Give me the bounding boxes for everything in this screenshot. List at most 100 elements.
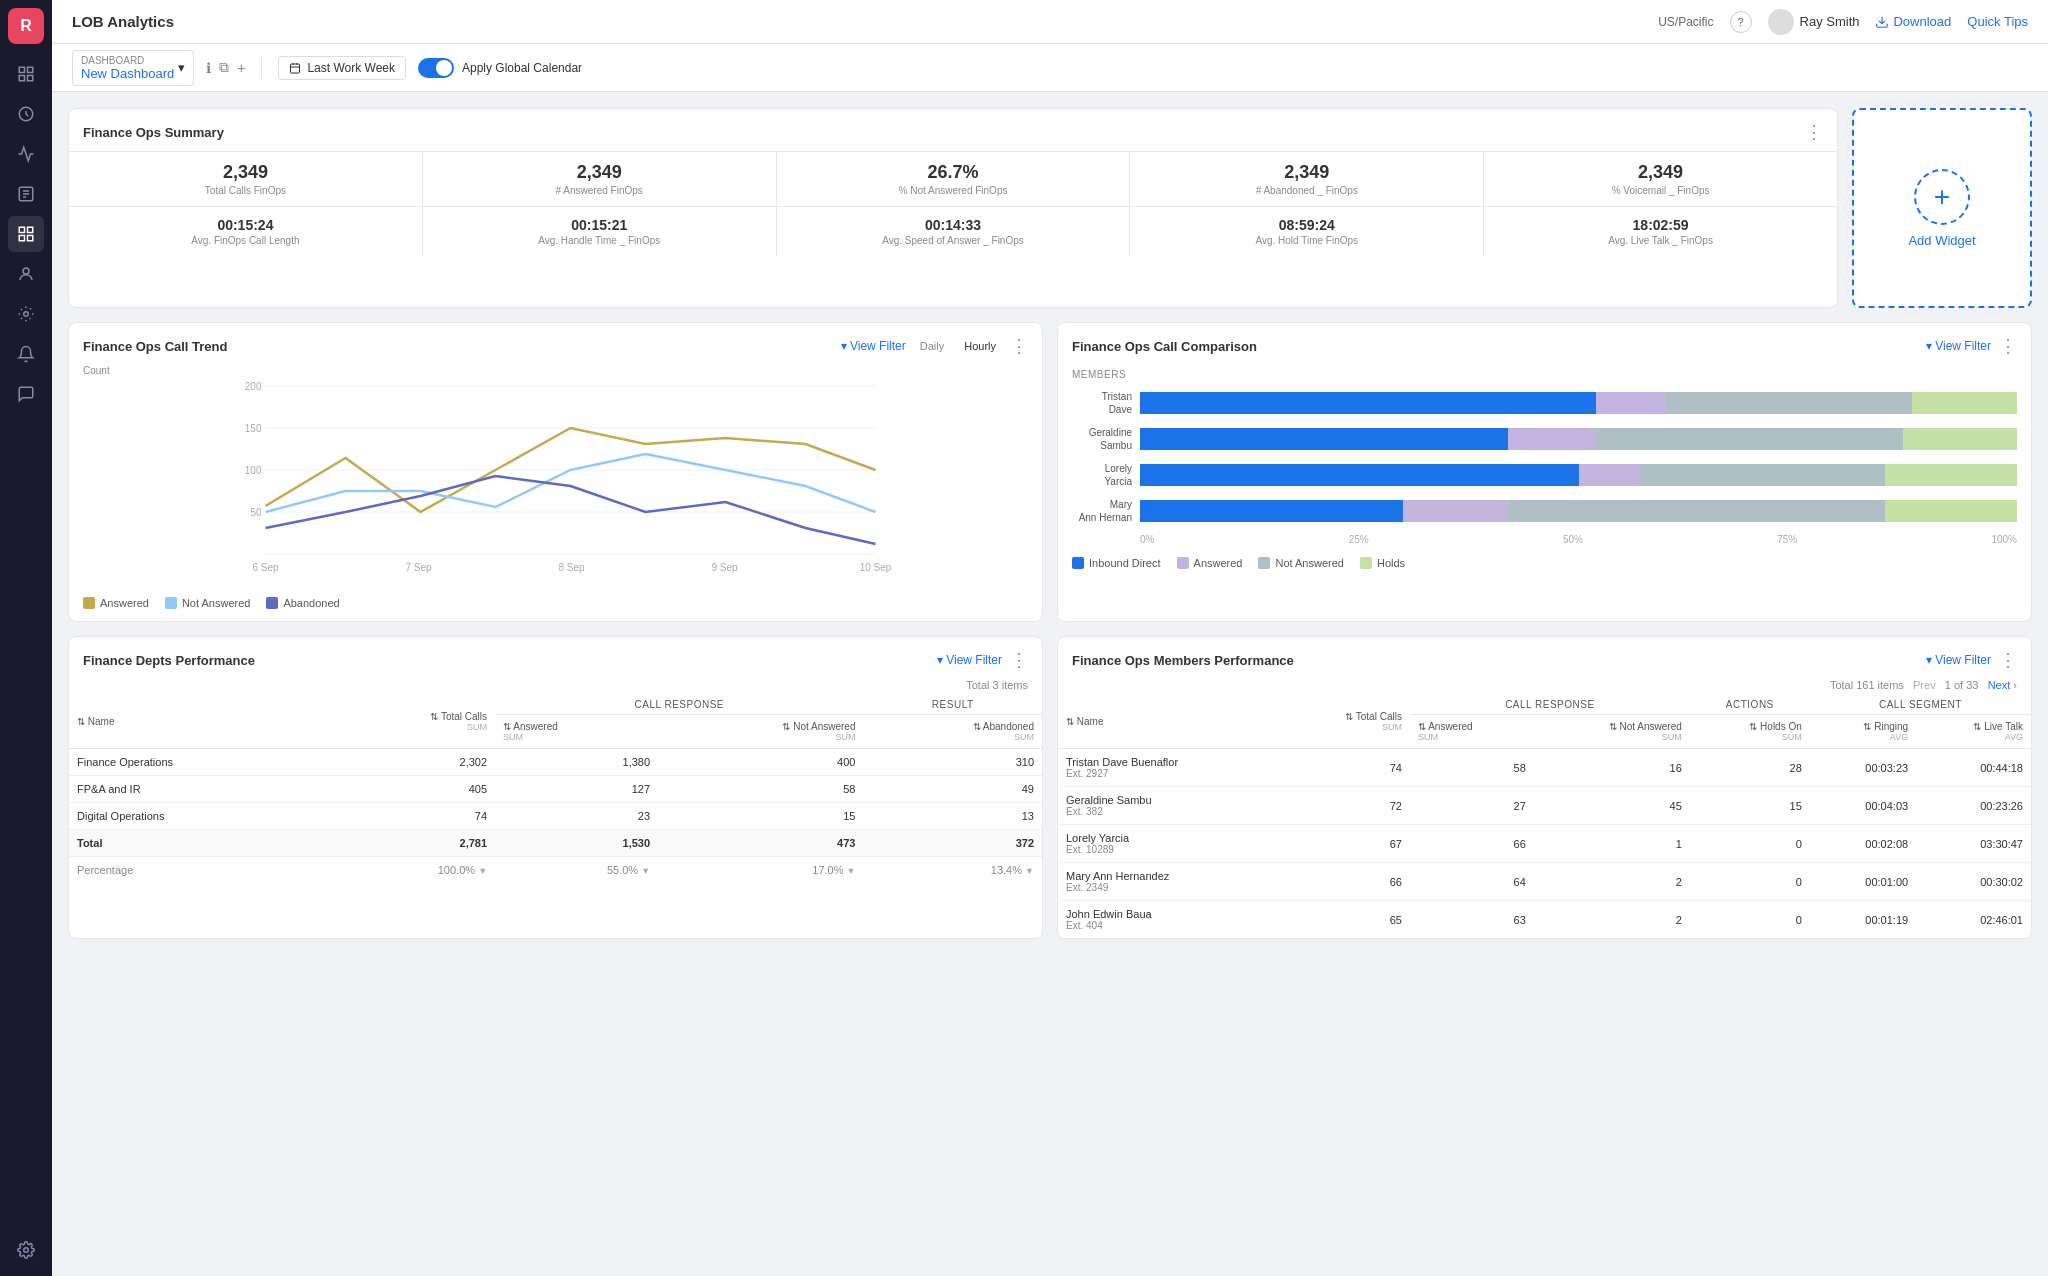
dashboard-selector[interactable]: DASHBOARD New Dashboard ▾ [72, 50, 194, 86]
bar-seg-holds-1 [1903, 428, 2017, 450]
tab-daily[interactable]: Daily [914, 338, 950, 354]
sidebar-item-messages[interactable] [8, 376, 44, 412]
col-name[interactable]: ⇅ Name [69, 695, 327, 749]
summary-row: Finance Ops Summary ⋮ 2,349 Total Calls … [68, 108, 2032, 308]
col-not-answered[interactable]: ⇅ Not AnsweredSUM [658, 715, 863, 749]
depts-controls: ▾ View Filter ⋮ [937, 649, 1028, 671]
mcol-answered[interactable]: ⇅ AnsweredSUM [1410, 715, 1534, 749]
svg-rect-1 [28, 67, 33, 72]
summary-grid-row1: 2,349 Total Calls FinOps 2,349 # Answere… [69, 151, 1837, 206]
download-button[interactable]: Download [1875, 14, 1951, 29]
user-menu[interactable]: Ray Smith [1768, 9, 1860, 35]
mcol-holds-on[interactable]: ⇅ Holds OnSUM [1690, 715, 1810, 749]
main-content: LOB Analytics US/Pacific ? Ray Smith Dow… [52, 0, 2048, 1276]
legend-answered-bar-dot [1177, 557, 1189, 569]
sidebar-item-notifications[interactable] [8, 336, 44, 372]
svg-rect-3 [28, 76, 33, 81]
bar-seg-answered-1 [1508, 428, 1596, 450]
mcol-ringing[interactable]: ⇅ RingingAVG [1810, 715, 1916, 749]
bar-seg-not-answered-2 [1640, 464, 1886, 486]
sidebar-item-analytics[interactable] [8, 136, 44, 172]
add-icon[interactable]: + [237, 60, 245, 76]
col-answered[interactable]: ⇅ AnsweredSUM [495, 715, 658, 749]
toggle-knob [436, 60, 452, 76]
members-header: Finance Ops Members Performance ▾ View F… [1058, 637, 2031, 679]
sidebar-item-gear[interactable] [8, 1232, 44, 1268]
members-menu-icon[interactable]: ⋮ [1999, 649, 2017, 671]
depts-title: Finance Depts Performance [83, 653, 255, 668]
sidebar-item-users[interactable] [8, 256, 44, 292]
depts-performance-widget: Finance Depts Performance ▾ View Filter … [68, 636, 1043, 939]
table-row: Finance Operations 2,302 1,380 400 310 [69, 749, 1042, 776]
copy-icon[interactable]: ⧉ [219, 59, 229, 76]
depts-table: ⇅ Name ⇅ Total CallsSUM CALL RESPONSE RE… [69, 695, 1042, 883]
legend-not-answered: Not Answered [165, 597, 250, 609]
sidebar-item-reports[interactable] [8, 176, 44, 212]
sidebar-item-dashboard[interactable] [8, 96, 44, 132]
sidebar-item-settings2[interactable] [8, 296, 44, 332]
col-abandoned[interactable]: ⇅ AbandonedSUM [863, 715, 1042, 749]
bar-label-0: TristanDave [1072, 390, 1132, 416]
depts-filter[interactable]: ▾ View Filter [937, 653, 1002, 667]
mcol-call-response: CALL RESPONSE [1410, 695, 1690, 715]
sidebar: R [0, 0, 52, 1276]
toggle-switch[interactable] [418, 58, 454, 78]
bar-chart-legend: Inbound Direct Answered Not Answered Hol… [1058, 549, 2031, 581]
mcol-total-calls[interactable]: ⇅ Total CallsSUM [1282, 695, 1409, 749]
bar-track-2 [1140, 464, 2017, 486]
summary-menu-icon[interactable]: ⋮ [1805, 121, 1823, 143]
bar-seg-holds-2 [1885, 464, 2017, 486]
content-area: Finance Ops Summary ⋮ 2,349 Total Calls … [52, 92, 2048, 1276]
svg-text:6 Sep: 6 Sep [252, 562, 279, 573]
mcol-live-talk[interactable]: ⇅ Live TalkAVG [1916, 715, 2031, 749]
mcol-actions: ACTIONS [1690, 695, 1810, 715]
mcol-not-answered[interactable]: ⇅ Not AnsweredSUM [1534, 715, 1690, 749]
call-comparison-filter[interactable]: ▾ View Filter [1926, 339, 1991, 353]
svg-text:100: 100 [245, 465, 262, 476]
summary-card-1: 2,349 # Answered FinOps [423, 152, 776, 206]
legend-answered-bar: Answered [1177, 557, 1243, 569]
comparison-section-label: Members [1058, 365, 2031, 382]
pagination-prev[interactable]: Prev [1913, 679, 1936, 691]
summary-card-2: 26.7% % Not Answered FinOps [777, 152, 1130, 206]
call-comparison-controls: ▾ View Filter ⋮ [1926, 335, 2017, 357]
pagination-next[interactable]: Next [1988, 679, 2011, 691]
sidebar-item-home[interactable] [8, 56, 44, 92]
call-comparison-menu-icon[interactable]: ⋮ [1999, 335, 2017, 357]
svg-point-10 [24, 312, 29, 317]
members-performance-widget: Finance Ops Members Performance ▾ View F… [1057, 636, 2032, 939]
chevron-down-icon: ▾ [178, 60, 185, 75]
legend-holds-dot [1360, 557, 1372, 569]
call-trend-menu-icon[interactable]: ⋮ [1010, 335, 1028, 357]
col-result: RESULT [863, 695, 1042, 715]
quick-tips-button[interactable]: Quick Tips [1967, 14, 2028, 29]
col-total-calls[interactable]: ⇅ Total CallsSUM [327, 695, 495, 749]
svg-text:8 Sep: 8 Sep [558, 562, 585, 573]
bar-row-0: TristanDave [1072, 390, 2017, 416]
tab-hourly[interactable]: Hourly [958, 338, 1002, 354]
info-icon[interactable]: ℹ [206, 60, 211, 76]
table-pct-row: Percentage 100.0% ▼ 55.0% ▼ 17.0% ▼ 13.4… [69, 857, 1042, 884]
col-call-response: CALL RESPONSE [495, 695, 863, 715]
call-comparison-title: Finance Ops Call Comparison [1072, 339, 1257, 354]
depts-menu-icon[interactable]: ⋮ [1010, 649, 1028, 671]
date-range-button[interactable]: Last Work Week [278, 56, 406, 80]
mcol-name[interactable]: ⇅ Name [1058, 695, 1282, 749]
legend-not-answered-dot [165, 597, 177, 609]
summary-title: Finance Ops Summary [83, 125, 224, 140]
call-trend-filter[interactable]: ▾ View Filter [841, 339, 906, 353]
sidebar-item-lob[interactable] [8, 216, 44, 252]
add-widget-button[interactable]: + Add Widget [1852, 108, 2032, 308]
app-logo[interactable]: R [8, 8, 44, 44]
topbar: LOB Analytics US/Pacific ? Ray Smith Dow… [52, 0, 2048, 44]
help-button[interactable]: ? [1730, 11, 1752, 33]
topbar-actions: US/Pacific ? Ray Smith Download Quick Ti… [1658, 9, 2028, 35]
members-pagination-info: Total 161 items Prev 1 of 33 Next › [1058, 679, 2031, 695]
svg-point-11 [24, 1248, 29, 1253]
dashboard-bar: DASHBOARD New Dashboard ▾ ℹ ⧉ + Last Wor… [52, 44, 2048, 92]
table-row: Digital Operations 74 23 15 13 [69, 803, 1042, 830]
summary-card-0: 2,349 Total Calls FinOps [69, 152, 422, 206]
bar-seg-inbound-2 [1140, 464, 1579, 486]
members-table: ⇅ Name ⇅ Total CallsSUM CALL RESPONSE AC… [1058, 695, 2031, 938]
members-filter[interactable]: ▾ View Filter [1926, 653, 1991, 667]
